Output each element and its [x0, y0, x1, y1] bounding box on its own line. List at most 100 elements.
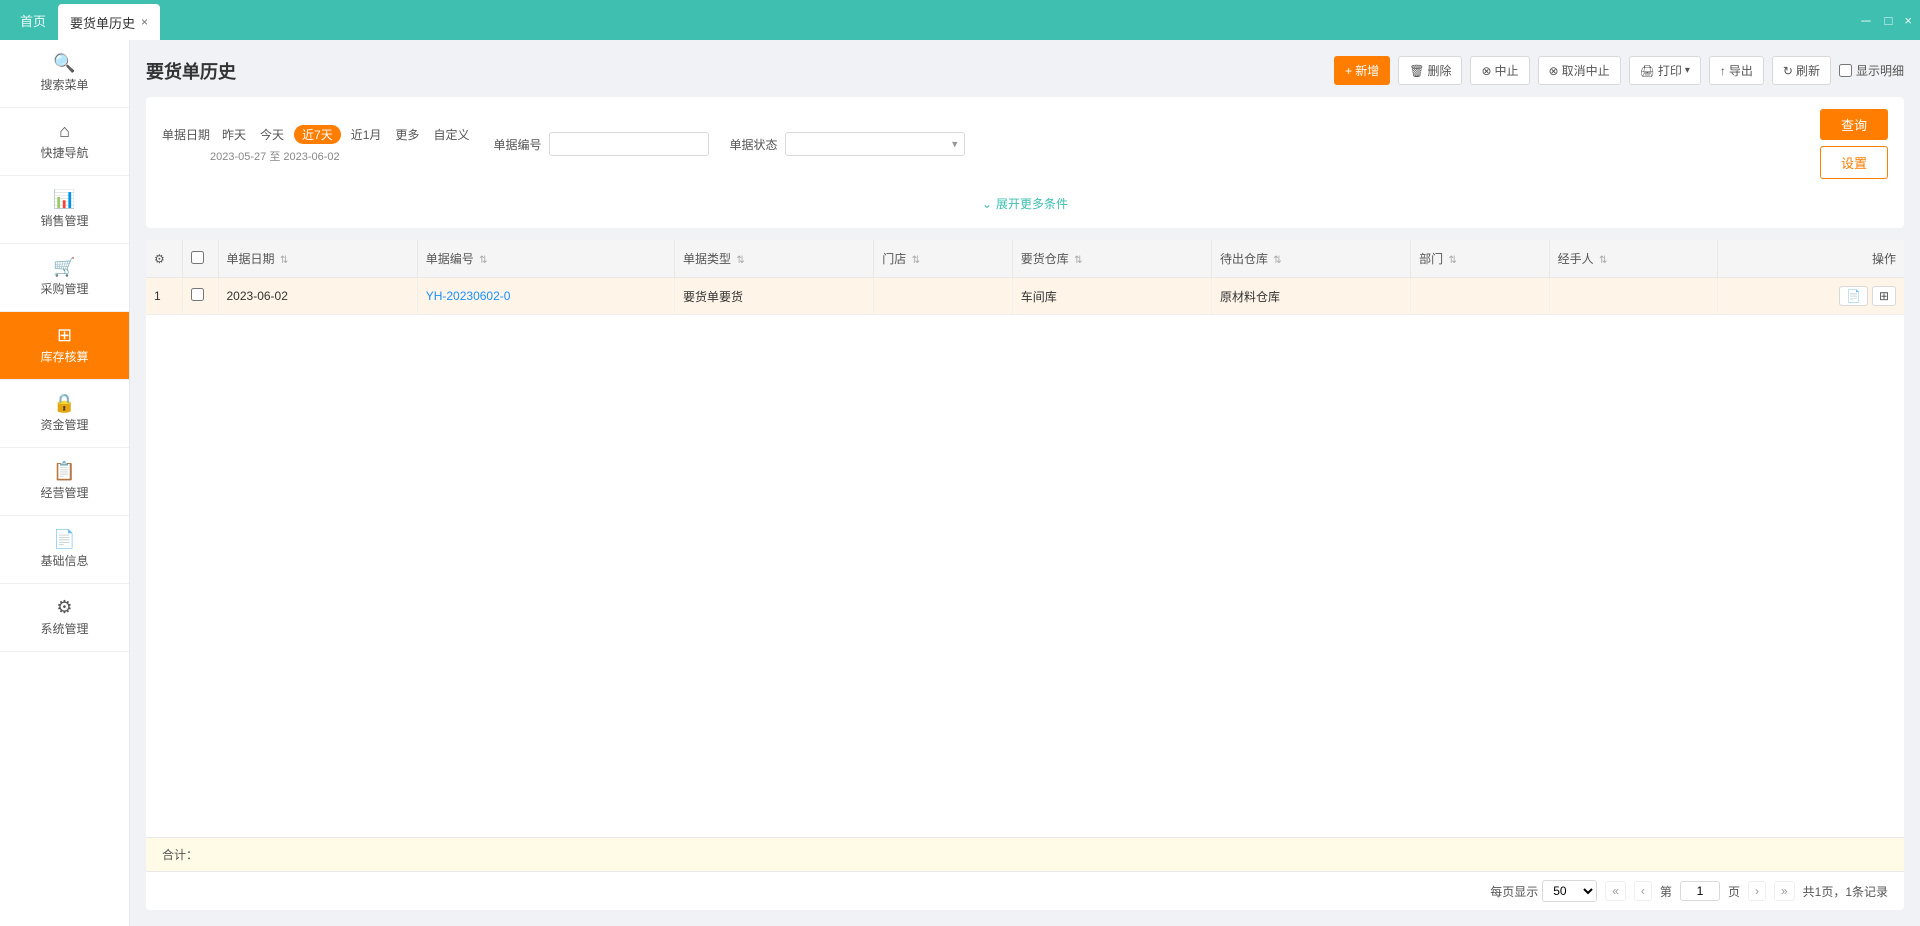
- th-store[interactable]: 门店 ⇅: [874, 240, 1012, 278]
- sort-icon-req-warehouse: ⇅: [1074, 255, 1082, 266]
- th-req-warehouse[interactable]: 要货仓库 ⇅: [1012, 240, 1211, 278]
- prev-page-btn[interactable]: ‹: [1634, 881, 1652, 901]
- cancel-stop-btn[interactable]: ⊗ 取消中止: [1538, 56, 1621, 85]
- stop-btn[interactable]: ⊗ 中止: [1470, 56, 1529, 85]
- print-btn[interactable]: 🖨 打印 ▾: [1629, 56, 1701, 85]
- sort-icon-date: ⇅: [280, 255, 288, 266]
- th-handler[interactable]: 经手人 ⇅: [1549, 240, 1718, 278]
- inventory-icon: ⊞: [57, 326, 72, 344]
- sort-icon-handler: ⇅: [1599, 255, 1607, 266]
- filter-main-row: 单据日期 昨天 今天 近7天 近1月 更多 自定义 2023-05-27 至 2…: [162, 109, 1888, 179]
- header-actions: + 新增 🗑 删除 ⊗ 中止 ⊗ 取消中止 🖨 打印: [1334, 56, 1904, 85]
- print-icon: 🖨: [1640, 64, 1655, 78]
- page-label: 第: [1660, 883, 1672, 900]
- delete-icon: 🗑: [1409, 64, 1424, 78]
- th-type[interactable]: 单据类型 ⇅: [675, 240, 874, 278]
- first-page-btn[interactable]: «: [1605, 881, 1626, 901]
- tab-order-history[interactable]: 要货单历史 ×: [58, 4, 160, 40]
- next-page-btn[interactable]: ›: [1748, 881, 1766, 901]
- th-dept[interactable]: 部门 ⇅: [1411, 240, 1549, 278]
- expand-more-btn[interactable]: ⌄ 展开更多条件: [974, 191, 1076, 216]
- page-suffix: 页: [1728, 883, 1740, 900]
- view-action-btn[interactable]: 📄: [1839, 286, 1868, 306]
- plus-icon: +: [1345, 64, 1352, 78]
- clipboard-icon: 📋: [53, 462, 75, 480]
- cart-icon: 🛒: [53, 258, 75, 276]
- data-table: ⚙ 单据日期 ⇅ 单据编号 ⇅: [146, 240, 1904, 315]
- td-out-warehouse: 原材料仓库: [1211, 278, 1410, 315]
- sidebar-item-purchase[interactable]: 🛒 采购管理: [0, 244, 129, 312]
- td-req-warehouse: 车间库: [1012, 278, 1211, 315]
- pagination-bar: 每页显示 20 50 100 « ‹ 第 页 › » 共1页，1条记录: [146, 871, 1904, 910]
- total-info: 共1页，1条记录: [1803, 883, 1888, 900]
- sidebar-item-system[interactable]: ⚙ 系统管理: [0, 584, 129, 652]
- row-actions: 📄 ⊞: [1726, 286, 1896, 306]
- main-layout: 🔍 搜索菜单 ⌂ 快捷导航 📊 销售管理 🛒 采购管理 ⊞ 库存核算 🔒 资金管…: [0, 40, 1920, 926]
- order-no-link[interactable]: YH-20230602-0: [426, 289, 511, 303]
- per-page-select[interactable]: 20 50 100: [1542, 880, 1597, 902]
- last7days-shortcut[interactable]: 近7天: [294, 125, 341, 144]
- close-window-btn[interactable]: ×: [1904, 13, 1912, 28]
- sidebar-item-sales[interactable]: 📊 销售管理: [0, 176, 129, 244]
- custom-shortcut[interactable]: 自定义: [429, 125, 473, 144]
- td-index: 1: [146, 278, 182, 315]
- th-date[interactable]: 单据日期 ⇅: [218, 240, 417, 278]
- sidebar-item-search[interactable]: 🔍 搜索菜单: [0, 40, 129, 108]
- refresh-btn[interactable]: ↻ 刷新: [1772, 56, 1831, 85]
- document-icon: 📄: [53, 530, 75, 548]
- add-btn[interactable]: + 新增: [1334, 56, 1390, 85]
- summary-label: 合计：: [162, 846, 198, 863]
- refresh-icon: ↻: [1783, 64, 1793, 78]
- show-detail-checkbox[interactable]: [1839, 64, 1852, 77]
- delete-btn[interactable]: 🗑 删除: [1398, 56, 1462, 85]
- show-detail-label[interactable]: 显示明细: [1839, 62, 1904, 79]
- sidebar-item-operation[interactable]: 📋 经营管理: [0, 448, 129, 516]
- sort-icon-type: ⇅: [736, 255, 744, 266]
- minimize-btn[interactable]: －: [1860, 11, 1873, 30]
- cancel-stop-icon: ⊗: [1549, 64, 1559, 78]
- filter-right-actions: 查询 设置: [1820, 109, 1888, 179]
- sidebar-item-finance[interactable]: 🔒 资金管理: [0, 380, 129, 448]
- last1month-shortcut[interactable]: 近1月: [347, 125, 386, 144]
- sidebar-item-nav[interactable]: ⌂ 快捷导航: [0, 108, 129, 176]
- sidebar-item-inventory[interactable]: ⊞ 库存核算: [0, 312, 129, 380]
- last-page-btn[interactable]: »: [1774, 881, 1795, 901]
- td-store: [874, 278, 1012, 315]
- td-handler: [1549, 278, 1718, 315]
- query-btn[interactable]: 查询: [1820, 109, 1888, 140]
- th-order-no[interactable]: 单据编号 ⇅: [417, 240, 674, 278]
- th-actions: 操作: [1718, 240, 1904, 278]
- status-select[interactable]: [785, 132, 965, 156]
- status-filter-group: 单据状态: [729, 132, 965, 156]
- export-btn[interactable]: ↑ 导出: [1709, 56, 1764, 85]
- maximize-btn[interactable]: □: [1885, 13, 1893, 28]
- table-row: 1 2023-06-02 YH-20230602-0 要货单要货 车间库: [146, 278, 1904, 315]
- td-actions: 📄 ⊞: [1718, 278, 1904, 315]
- more-shortcut[interactable]: 更多: [391, 125, 423, 144]
- filter-settings-btn[interactable]: 设置: [1820, 146, 1888, 179]
- th-out-warehouse[interactable]: 待出仓库 ⇅: [1211, 240, 1410, 278]
- sidebar-item-basic[interactable]: 📄 基础信息: [0, 516, 129, 584]
- summary-bar: 合计：: [146, 837, 1904, 871]
- status-select-wrapper: [785, 132, 965, 156]
- page-input[interactable]: [1680, 881, 1720, 901]
- chevron-down-icon: ▾: [1685, 65, 1690, 76]
- table-scroll[interactable]: ⚙ 单据日期 ⇅ 单据编号 ⇅: [146, 240, 1904, 837]
- window-controls: － □ ×: [1860, 11, 1912, 30]
- chart-icon: 📊: [53, 190, 75, 208]
- yesterday-shortcut[interactable]: 昨天: [218, 125, 250, 144]
- top-bar: 首页 要货单历史 × － □ ×: [0, 0, 1920, 40]
- search-icon: 🔍: [53, 54, 75, 72]
- today-shortcut[interactable]: 今天: [256, 125, 288, 144]
- th-settings[interactable]: ⚙: [146, 240, 182, 278]
- chevron-down-icon: ⌄: [982, 197, 992, 211]
- tab-home[interactable]: 首页: [8, 0, 58, 40]
- order-no-input[interactable]: [549, 132, 709, 156]
- more-action-btn[interactable]: ⊞: [1872, 286, 1896, 306]
- close-tab-icon[interactable]: ×: [141, 15, 148, 29]
- row-checkbox[interactable]: [191, 288, 204, 301]
- select-all-checkbox[interactable]: [191, 251, 204, 264]
- table-header-row: ⚙ 单据日期 ⇅ 单据编号 ⇅: [146, 240, 1904, 278]
- th-checkbox: [182, 240, 218, 278]
- order-no-label: 单据编号: [493, 136, 541, 153]
